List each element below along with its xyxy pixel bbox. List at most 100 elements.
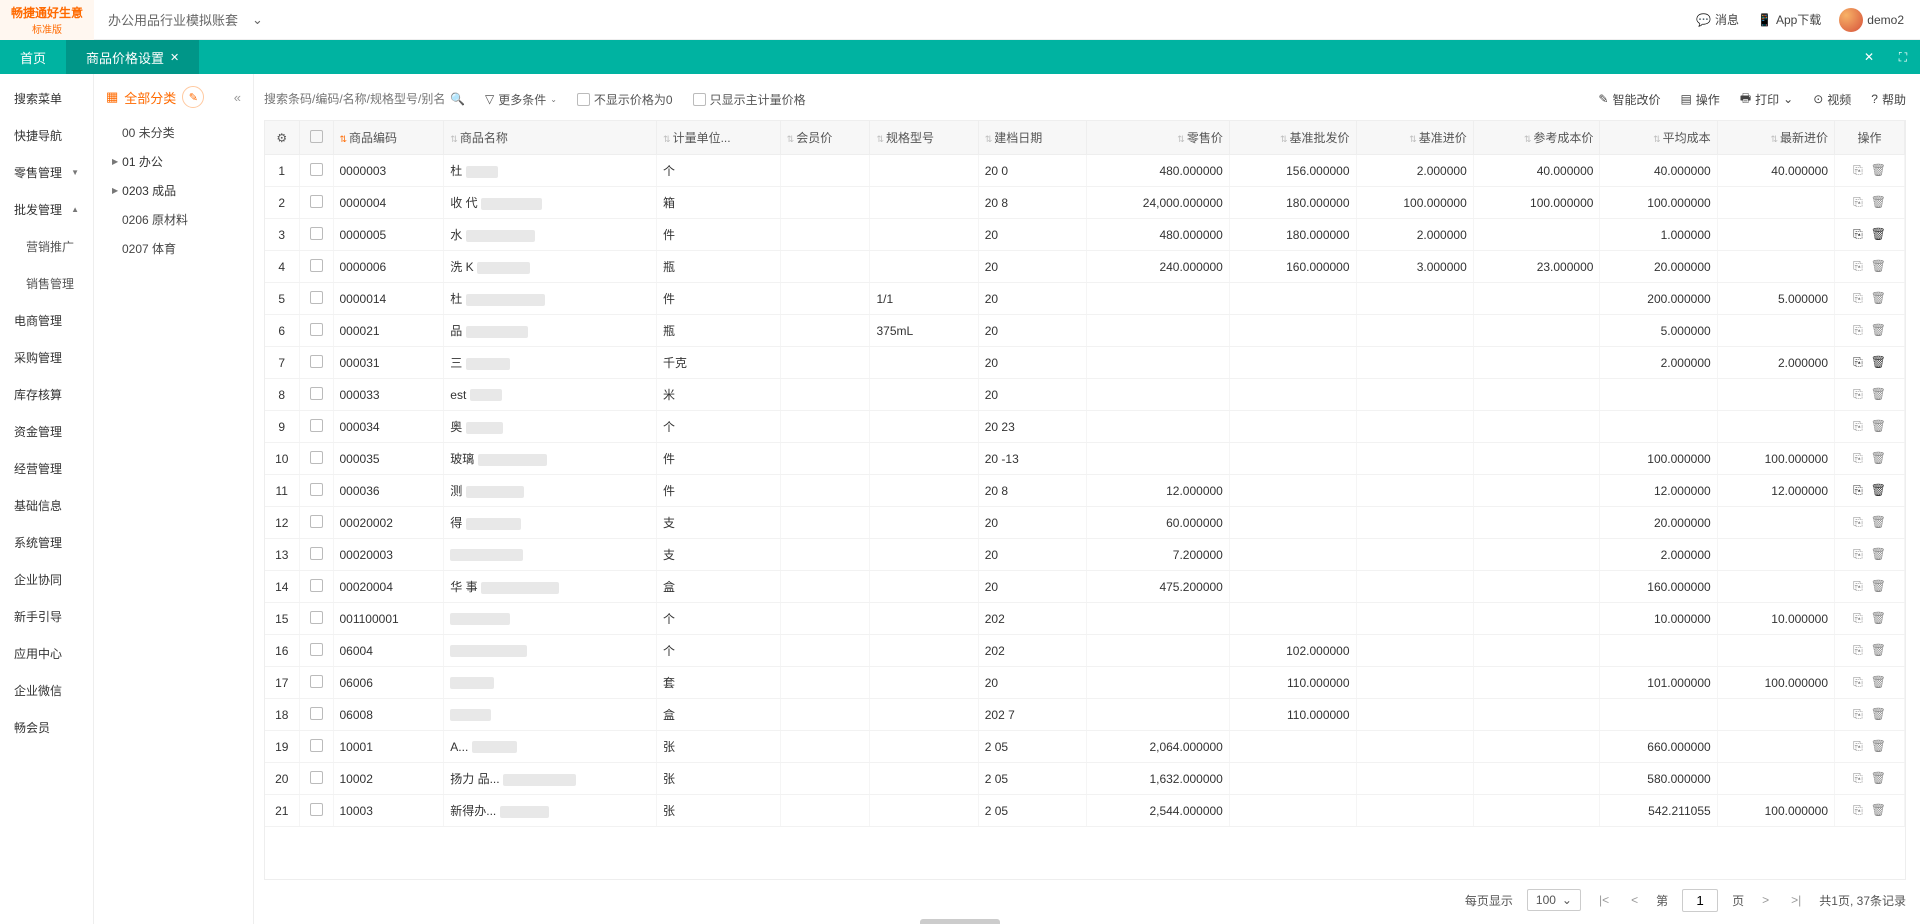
table-row[interactable]: 10000003杜 个20 0480.000000156.0000002.000… [265,155,1905,187]
table-row[interactable]: 1910001 A... 张2 052,064.000000660.000000… [265,731,1905,763]
column-header[interactable]: ⇅平均成本 [1600,121,1717,155]
row-actions[interactable]: ⎘🗑 [1841,707,1898,722]
row-actions[interactable]: ⎘🗑 [1841,387,1898,402]
search-input[interactable] [264,92,444,106]
row-actions[interactable]: ⎘🗑 [1841,611,1898,626]
sidebar-item-retail[interactable]: 零售管理▼ [0,154,93,191]
table-row[interactable]: 15001100001 个20210.00000010.000000⎘🗑 [265,603,1905,635]
messages-button[interactable]: 💬 消息 [1696,11,1739,28]
row-actions[interactable]: ⎘🗑 [1841,483,1898,498]
sidebar-item-member[interactable]: 畅会员 [0,709,93,746]
sidebar-item-ecommerce[interactable]: 电商管理 [0,302,93,339]
row-actions[interactable]: ⎘🗑 [1841,195,1898,210]
user-menu[interactable]: demo2 [1839,8,1904,32]
column-header[interactable]: 操作 [1835,121,1905,155]
row-actions[interactable]: ⎘🗑 [1841,579,1898,594]
row-actions[interactable]: ⎘🗑 [1841,323,1898,338]
per-page-select[interactable]: 100 ⌄ [1527,889,1581,911]
video-button[interactable]: ⊙ 视频 [1813,91,1851,108]
table-row[interactable]: 1806008 盒202 7110.000000⎘🗑 [265,699,1905,731]
row-actions[interactable]: ⎘🗑 [1841,675,1898,690]
row-actions[interactable]: ⎘🗑 [1841,227,1898,242]
row-actions[interactable]: ⎘🗑 [1841,291,1898,306]
page-input[interactable] [1682,889,1718,912]
next-page[interactable]: > [1758,891,1773,909]
table-row[interactable]: 10000035玻璃 件20 -13100.000000100.000000⎘🗑 [265,443,1905,475]
column-header[interactable]: ⇅计量单位... [657,121,781,155]
category-item[interactable]: 0206 原材料 [102,205,245,234]
sidebar-item-inventory[interactable]: 库存核算 [0,376,93,413]
tab-home[interactable]: 首页 [0,40,66,74]
collapse-icon[interactable]: « [234,90,241,105]
app-download-button[interactable]: 📱 App下载 [1757,11,1821,28]
sidebar-sub-marketing[interactable]: 营销推广 [0,228,93,265]
fullscreen-icon[interactable]: ⛶ [1886,40,1920,74]
table-row[interactable]: 50000014杜 件1/120200.0000005.000000⎘🗑 [265,283,1905,315]
category-item[interactable]: 00 未分类 [102,118,245,147]
sidebar-item-wholesale[interactable]: 批发管理▲ [0,191,93,228]
category-item[interactable]: ▶0203 成品 [102,176,245,205]
table-row[interactable]: 1400020004华 事 盒20475.200000160.000000⎘🗑 [265,571,1905,603]
column-header[interactable]: ⇅商品名称 [444,121,657,155]
more-filters[interactable]: ▽更多条件⌄ [485,91,557,108]
prev-page[interactable]: < [1627,891,1642,909]
help-button[interactable]: ? 帮助 [1871,91,1906,108]
column-header[interactable]: ⇅基准批发价 [1229,121,1356,155]
row-actions[interactable]: ⎘🗑 [1841,515,1898,530]
sidebar-item-wechat[interactable]: 企业微信 [0,672,93,709]
ops-button[interactable]: ▤ 操作 [1680,91,1719,108]
column-header[interactable]: ⇅零售价 [1087,121,1230,155]
sidebar-sub-sales[interactable]: 销售管理 [0,265,93,302]
sidebar-item-guide[interactable]: 新手引导 [0,598,93,635]
column-header[interactable]: ⇅建档日期 [978,121,1086,155]
column-header[interactable]: ⇅参考成本价 [1473,121,1600,155]
table-row[interactable]: 11000036测 件20 812.00000012.00000012.0000… [265,475,1905,507]
row-actions[interactable]: ⎘🗑 [1841,739,1898,754]
table-row[interactable]: 40000006洗 K 瓶20240.000000160.0000003.000… [265,251,1905,283]
sidebar-quick-nav[interactable]: 快捷导航 [0,117,93,154]
sidebar-search-menu[interactable]: 搜索菜单 [0,80,93,117]
close-all-tabs[interactable]: ✕ [1852,40,1886,74]
table-row[interactable]: 1606004 个202102.000000⎘🗑 [265,635,1905,667]
table-row[interactable]: 2110003 新得办... 张2 052,544.000000542.2110… [265,795,1905,827]
sidebar-item-funds[interactable]: 资金管理 [0,413,93,450]
first-page[interactable]: |< [1595,891,1613,909]
hide-zero-checkbox[interactable]: 不显示价格为0 [577,91,673,108]
sidebar-item-operation[interactable]: 经营管理 [0,450,93,487]
row-actions[interactable]: ⎘🗑 [1841,771,1898,786]
category-title[interactable]: 全部分类 [124,88,176,107]
table-row[interactable]: 7000031 三 千克202.0000002.000000⎘🗑 [265,347,1905,379]
category-item[interactable]: 0207 体育 [102,234,245,263]
search-icon[interactable]: 🔍 [450,92,465,106]
row-actions[interactable]: ⎘🗑 [1841,355,1898,370]
row-actions[interactable]: ⎘🗑 [1841,547,1898,562]
column-header[interactable]: ⇅商品编码 [333,121,444,155]
table-row[interactable]: 2010002扬力 品... 张2 051,632.000000580.0000… [265,763,1905,795]
row-actions[interactable]: ⎘🗑 [1841,259,1898,274]
category-item[interactable]: ▶01 办公 [102,147,245,176]
sidebar-item-purchase[interactable]: 采购管理 [0,339,93,376]
row-actions[interactable]: ⎘🗑 [1841,643,1898,658]
column-header[interactable] [299,121,333,155]
sidebar-item-collab[interactable]: 企业协同 [0,561,93,598]
table-row[interactable]: 6000021 品 瓶375mL205.000000⎘🗑 [265,315,1905,347]
sidebar-item-basics[interactable]: 基础信息 [0,487,93,524]
table-row[interactable]: 20000004收 代 箱20 824,000.000000180.000000… [265,187,1905,219]
tab-price-settings[interactable]: 商品价格设置✕ [66,40,199,74]
table-row[interactable]: 30000005水 件20480.000000180.0000002.00000… [265,219,1905,251]
column-header[interactable]: ⇅最新进价 [1717,121,1834,155]
sidebar-item-appcenter[interactable]: 应用中心 [0,635,93,672]
smart-edit-button[interactable]: ✎ 智能改价 [1598,91,1660,108]
column-header[interactable]: ⇅会员价 [780,121,870,155]
print-button[interactable]: 🖶 打印 ⌄ [1740,89,1793,110]
edit-icon[interactable]: ✎ [182,86,204,108]
table-row[interactable]: 1200020002得 支2060.00000020.000000⎘🗑 [265,507,1905,539]
sidebar-item-system[interactable]: 系统管理 [0,524,93,561]
column-header[interactable]: ⇅基准进价 [1356,121,1473,155]
only-main-checkbox[interactable]: 只显示主计量价格 [693,91,806,108]
row-actions[interactable]: ⎘🗑 [1841,163,1898,178]
drag-handle[interactable] [920,919,1000,924]
last-page[interactable]: >| [1787,891,1805,909]
column-header[interactable]: ⚙ [265,121,299,155]
close-icon[interactable]: ✕ [170,51,179,64]
